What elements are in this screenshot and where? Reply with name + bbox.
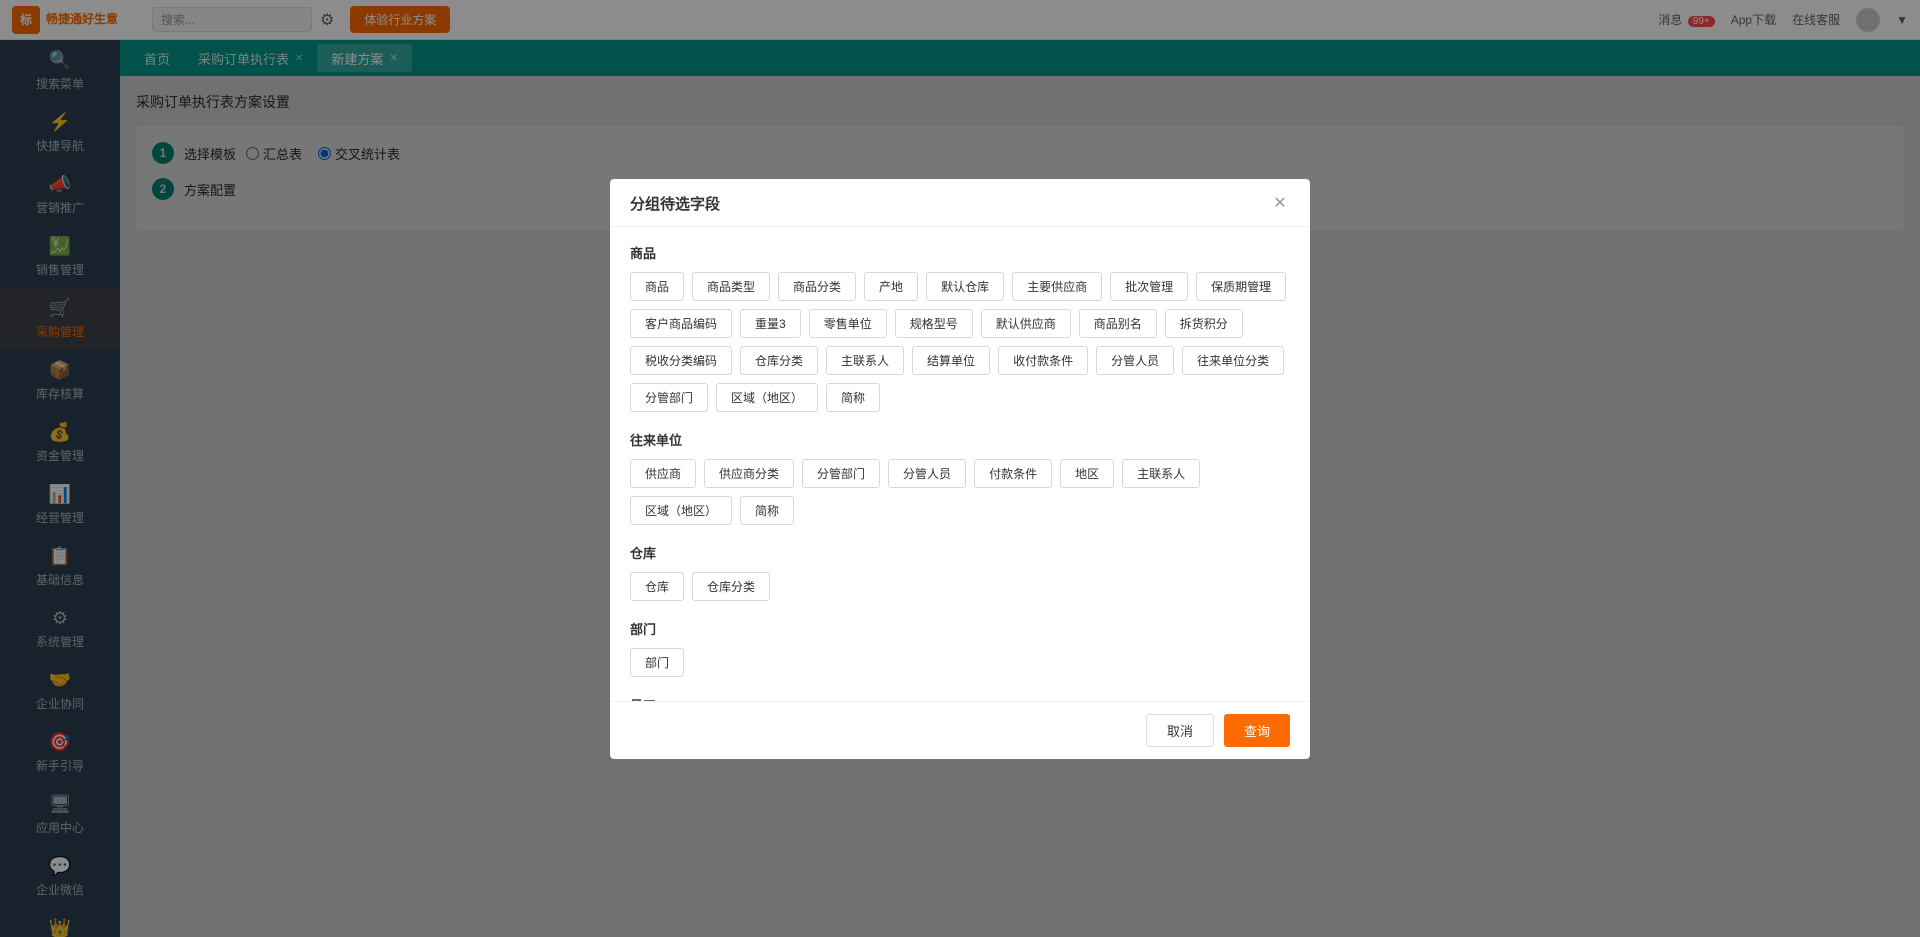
field-payment-terms[interactable]: 收付款条件 <box>998 346 1088 375</box>
field-tax-code[interactable]: 税收分类编码 <box>630 346 732 375</box>
field-main-supplier[interactable]: 主要供应商 <box>1012 272 1102 301</box>
field-area-counterpart[interactable]: 区域（地区） <box>630 496 732 525</box>
section-warehouse: 仓库 仓库 仓库分类 <box>630 543 1290 601</box>
field-customer-code[interactable]: 客户商品编码 <box>630 309 732 338</box>
field-main-contact-cp[interactable]: 主联系人 <box>1122 459 1200 488</box>
field-batch-mgmt[interactable]: 批次管理 <box>1110 272 1188 301</box>
field-goods-category[interactable]: 商品分类 <box>778 272 856 301</box>
field-spec-model[interactable]: 规格型号 <box>895 309 973 338</box>
field-split-points[interactable]: 拆货积分 <box>1165 309 1243 338</box>
field-mgmt-person[interactable]: 分管人员 <box>888 459 966 488</box>
field-counterpart-category[interactable]: 往来单位分类 <box>1182 346 1284 375</box>
modal-title: 分组待选字段 <box>630 193 720 214</box>
field-goods[interactable]: 商品 <box>630 272 684 301</box>
field-abbr-goods[interactable]: 简称 <box>826 383 880 412</box>
goods-fields-grid: 商品 商品类型 商品分类 产地 默认仓库 主要供应商 批次管理 保质期管理 客户… <box>630 272 1290 412</box>
field-region-counterpart[interactable]: 地区 <box>1060 459 1114 488</box>
field-default-supplier[interactable]: 默认供应商 <box>981 309 1071 338</box>
field-default-warehouse[interactable]: 默认仓库 <box>926 272 1004 301</box>
field-department[interactable]: 部门 <box>630 648 684 677</box>
section-counterpart-title: 往来单位 <box>630 430 1290 449</box>
field-warehouse[interactable]: 仓库 <box>630 572 684 601</box>
modal-header: 分组待选字段 ✕ <box>610 179 1310 227</box>
counterpart-fields-grid: 供应商 供应商分类 分管部门 分管人员 付款条件 地区 主联系人 区域（地区） … <box>630 459 1290 525</box>
field-origin[interactable]: 产地 <box>864 272 918 301</box>
field-goods-type[interactable]: 商品类型 <box>692 272 770 301</box>
field-settle-unit[interactable]: 结算单位 <box>912 346 990 375</box>
field-retail-unit[interactable]: 零售单位 <box>809 309 887 338</box>
section-warehouse-title: 仓库 <box>630 543 1290 562</box>
field-manager[interactable]: 分管人员 <box>1096 346 1174 375</box>
section-goods: 商品 商品 商品类型 商品分类 产地 默认仓库 主要供应商 批次管理 保质期管理… <box>630 243 1290 412</box>
modal-body: 商品 商品 商品类型 商品分类 产地 默认仓库 主要供应商 批次管理 保质期管理… <box>610 227 1310 701</box>
field-selection-modal: 分组待选字段 ✕ 商品 商品 商品类型 商品分类 产地 默认仓库 主要供应商 批… <box>610 179 1310 759</box>
field-supplier-category[interactable]: 供应商分类 <box>704 459 794 488</box>
section-counterpart: 往来单位 供应商 供应商分类 分管部门 分管人员 付款条件 地区 主联系人 区域… <box>630 430 1290 525</box>
field-region-goods[interactable]: 区域（地区） <box>716 383 818 412</box>
section-department: 部门 部门 <box>630 619 1290 677</box>
section-goods-title: 商品 <box>630 243 1290 262</box>
field-abbr-counterpart[interactable]: 简称 <box>740 496 794 525</box>
field-expiry-mgmt[interactable]: 保质期管理 <box>1196 272 1286 301</box>
field-warehouse-cat[interactable]: 仓库分类 <box>692 572 770 601</box>
field-payment-cond[interactable]: 付款条件 <box>974 459 1052 488</box>
field-dept-mgmt[interactable]: 分管部门 <box>630 383 708 412</box>
field-warehouse-category[interactable]: 仓库分类 <box>740 346 818 375</box>
department-fields-grid: 部门 <box>630 648 1290 677</box>
field-weight[interactable]: 重量3 <box>740 309 801 338</box>
cancel-button[interactable]: 取消 <box>1146 714 1214 747</box>
field-mgmt-dept[interactable]: 分管部门 <box>802 459 880 488</box>
modal-close-button[interactable]: ✕ <box>1270 193 1290 213</box>
section-department-title: 部门 <box>630 619 1290 638</box>
field-main-contact[interactable]: 主联系人 <box>826 346 904 375</box>
field-supplier[interactable]: 供应商 <box>630 459 696 488</box>
modal-footer: 取消 查询 <box>610 701 1310 759</box>
field-goods-alias[interactable]: 商品别名 <box>1079 309 1157 338</box>
confirm-button[interactable]: 查询 <box>1224 714 1290 747</box>
warehouse-fields-grid: 仓库 仓库分类 <box>630 572 1290 601</box>
modal-overlay: 分组待选字段 ✕ 商品 商品 商品类型 商品分类 产地 默认仓库 主要供应商 批… <box>0 0 1920 937</box>
